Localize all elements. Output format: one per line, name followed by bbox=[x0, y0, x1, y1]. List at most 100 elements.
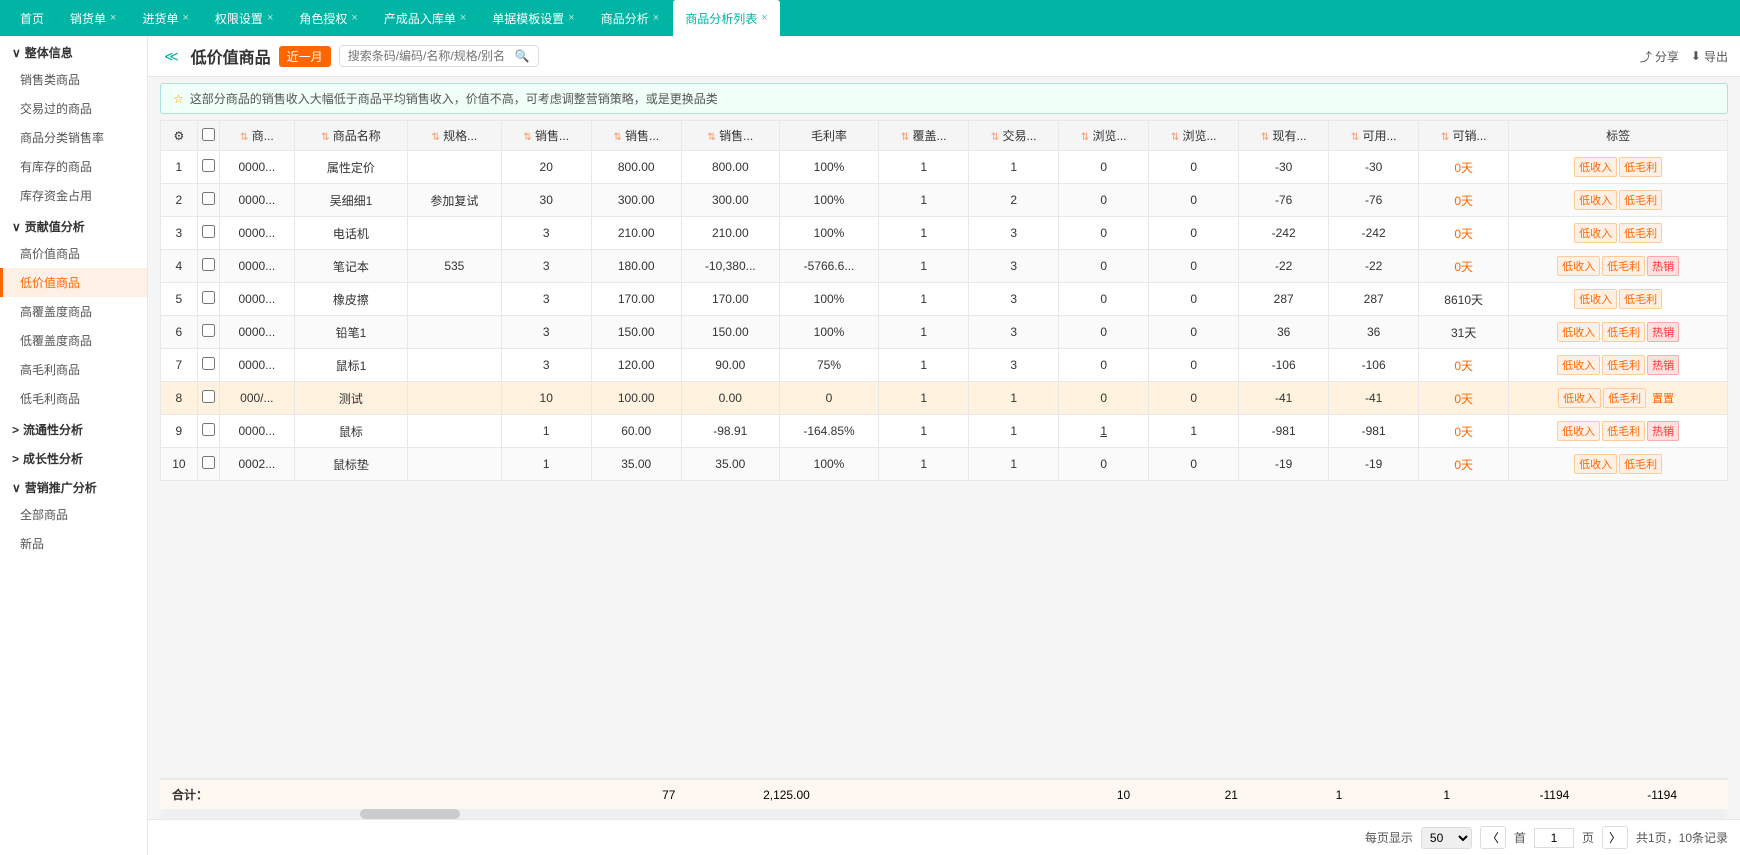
cell-checkbox[interactable] bbox=[197, 349, 219, 382]
close-icon[interactable]: × bbox=[110, 12, 116, 24]
th-coverage[interactable]: ⇅ 覆盖... bbox=[879, 121, 969, 151]
nav-product-analysis[interactable]: 商品分析 × bbox=[589, 0, 671, 36]
nav-template-settings[interactable]: 单据模板设置 × bbox=[480, 0, 586, 36]
share-button[interactable]: ⤴ 分享 bbox=[1640, 48, 1679, 65]
browse1-link[interactable]: 0 bbox=[1100, 226, 1107, 240]
next-page-button[interactable]: 〉 bbox=[1602, 826, 1628, 849]
cell-checkbox[interactable] bbox=[197, 382, 219, 415]
browse1-link[interactable]: 0 bbox=[1100, 391, 1107, 405]
cell-browse1[interactable]: 0 bbox=[1059, 316, 1149, 349]
row-checkbox[interactable] bbox=[202, 423, 215, 436]
nav-home[interactable]: 首页 bbox=[8, 0, 56, 36]
th-name[interactable]: ⇅ 商品名称 bbox=[294, 121, 407, 151]
th-code[interactable]: ⇅ 商... bbox=[219, 121, 294, 151]
nav-permissions[interactable]: 权限设置 × bbox=[203, 0, 285, 36]
cell-checkbox[interactable] bbox=[197, 316, 219, 349]
th-tags[interactable]: 标签 bbox=[1509, 121, 1728, 151]
th-spec[interactable]: ⇅ 规格... bbox=[407, 121, 501, 151]
th-settings[interactable]: ⚙ bbox=[161, 121, 198, 151]
cell-browse1[interactable]: 0 bbox=[1059, 217, 1149, 250]
th-available[interactable]: ⇅ 可用... bbox=[1329, 121, 1419, 151]
cell-checkbox[interactable] bbox=[197, 184, 219, 217]
sidebar-group-overall[interactable]: ∨ 整体信息 bbox=[0, 36, 147, 65]
th-checkbox[interactable] bbox=[197, 121, 219, 151]
browse1-link[interactable]: 1 bbox=[1100, 424, 1107, 438]
browse1-link[interactable]: 0 bbox=[1100, 325, 1107, 339]
close-icon[interactable]: × bbox=[267, 12, 273, 24]
close-icon[interactable]: × bbox=[460, 12, 466, 24]
search-input[interactable] bbox=[339, 45, 539, 67]
sidebar-item-low-margin[interactable]: 低毛利商品 bbox=[0, 384, 147, 413]
cell-checkbox[interactable] bbox=[197, 283, 219, 316]
close-icon[interactable]: × bbox=[653, 12, 659, 24]
row-checkbox[interactable] bbox=[202, 291, 215, 304]
th-sales-cost[interactable]: ⇅ 销售... bbox=[681, 121, 779, 151]
th-sellable[interactable]: ⇅ 可销... bbox=[1419, 121, 1509, 151]
nav-product-analysis-list[interactable]: 商品分析列表 × bbox=[673, 0, 779, 36]
th-browse2[interactable]: ⇅ 浏览... bbox=[1149, 121, 1239, 151]
horizontal-scrollbar[interactable] bbox=[160, 809, 1728, 819]
sidebar-group-circulation[interactable]: > 流通性分析 bbox=[0, 413, 147, 442]
per-page-select[interactable]: 50 100 200 bbox=[1421, 827, 1472, 849]
sidebar-item-all-products[interactable]: 全部商品 bbox=[0, 500, 147, 529]
sidebar-item-stock-products[interactable]: 有库存的商品 bbox=[0, 152, 147, 181]
close-icon[interactable]: × bbox=[761, 12, 767, 24]
sidebar-item-high-value[interactable]: 高价值商品 bbox=[0, 239, 147, 268]
cell-browse1[interactable]: 0 bbox=[1059, 382, 1149, 415]
sidebar-group-growth[interactable]: > 成长性分析 bbox=[0, 442, 147, 471]
collapse-button[interactable]: ≪ bbox=[160, 48, 183, 65]
sidebar-item-high-coverage[interactable]: 高覆盖度商品 bbox=[0, 297, 147, 326]
row-checkbox[interactable] bbox=[202, 324, 215, 337]
th-sales-amount[interactable]: ⇅ 销售... bbox=[591, 121, 681, 151]
cell-checkbox[interactable] bbox=[197, 151, 219, 184]
close-icon[interactable]: × bbox=[182, 12, 188, 24]
cell-browse1[interactable]: 0 bbox=[1059, 283, 1149, 316]
cell-browse1[interactable]: 0 bbox=[1059, 151, 1149, 184]
cell-checkbox[interactable] bbox=[197, 250, 219, 283]
sidebar-item-category-sales-rate[interactable]: 商品分类销售率 bbox=[0, 123, 147, 152]
nav-purchase-order[interactable]: 进货单 × bbox=[130, 0, 200, 36]
sidebar-item-traded-products[interactable]: 交易过的商品 bbox=[0, 94, 147, 123]
page-input[interactable] bbox=[1534, 828, 1574, 848]
row-checkbox[interactable] bbox=[202, 390, 215, 403]
table-container[interactable]: ⚙ ⇅ 商... ⇅ 商品名称 ⇅ 规格... ⇅ 销售... ⇅ 销售... … bbox=[160, 120, 1728, 778]
cell-checkbox[interactable] bbox=[197, 217, 219, 250]
th-trade[interactable]: ⇅ 交易... bbox=[969, 121, 1059, 151]
browse1-link[interactable]: 0 bbox=[1100, 358, 1107, 372]
nav-stock-in[interactable]: 产成品入库单 × bbox=[372, 0, 478, 36]
sidebar-group-marketing[interactable]: ∨ 营销推广分析 bbox=[0, 471, 147, 500]
sidebar-item-stock-funds[interactable]: 库存资金占用 bbox=[0, 181, 147, 210]
sidebar-item-high-margin[interactable]: 高毛利商品 bbox=[0, 355, 147, 384]
th-current-stock[interactable]: ⇅ 现有... bbox=[1239, 121, 1329, 151]
browse1-link[interactable]: 0 bbox=[1100, 292, 1107, 306]
sidebar-item-new-products[interactable]: 新品 bbox=[0, 529, 147, 558]
th-sales-qty[interactable]: ⇅ 销售... bbox=[501, 121, 591, 151]
browse1-link[interactable]: 0 bbox=[1100, 457, 1107, 471]
select-all-checkbox[interactable] bbox=[202, 128, 215, 141]
cell-browse1[interactable]: 0 bbox=[1059, 250, 1149, 283]
nav-role-auth[interactable]: 角色授权 × bbox=[287, 0, 369, 36]
close-icon[interactable]: × bbox=[568, 12, 574, 24]
cell-browse1[interactable]: 0 bbox=[1059, 349, 1149, 382]
cell-checkbox[interactable] bbox=[197, 448, 219, 481]
th-margin-rate[interactable]: 毛利率 bbox=[779, 121, 878, 151]
date-tag-button[interactable]: 近一月 bbox=[279, 46, 331, 67]
browse1-link[interactable]: 0 bbox=[1100, 160, 1107, 174]
browse1-link[interactable]: 0 bbox=[1100, 193, 1107, 207]
export-button[interactable]: ⬇ 导出 bbox=[1691, 48, 1728, 65]
browse1-link[interactable]: 0 bbox=[1100, 259, 1107, 273]
scrollbar-thumb[interactable] bbox=[360, 809, 460, 819]
row-checkbox[interactable] bbox=[202, 456, 215, 469]
search-icon[interactable]: 🔍 bbox=[515, 49, 530, 63]
cell-browse1[interactable]: 0 bbox=[1059, 448, 1149, 481]
sidebar-item-sales-products[interactable]: 销售类商品 bbox=[0, 65, 147, 94]
sidebar-item-low-coverage[interactable]: 低覆盖度商品 bbox=[0, 326, 147, 355]
close-icon[interactable]: × bbox=[351, 12, 357, 24]
cell-checkbox[interactable] bbox=[197, 415, 219, 448]
cell-browse1[interactable]: 1 bbox=[1059, 415, 1149, 448]
row-checkbox[interactable] bbox=[202, 159, 215, 172]
row-checkbox[interactable] bbox=[202, 258, 215, 271]
row-checkbox[interactable] bbox=[202, 357, 215, 370]
first-page-button[interactable]: 〈 bbox=[1480, 826, 1506, 849]
cell-browse1[interactable]: 0 bbox=[1059, 184, 1149, 217]
